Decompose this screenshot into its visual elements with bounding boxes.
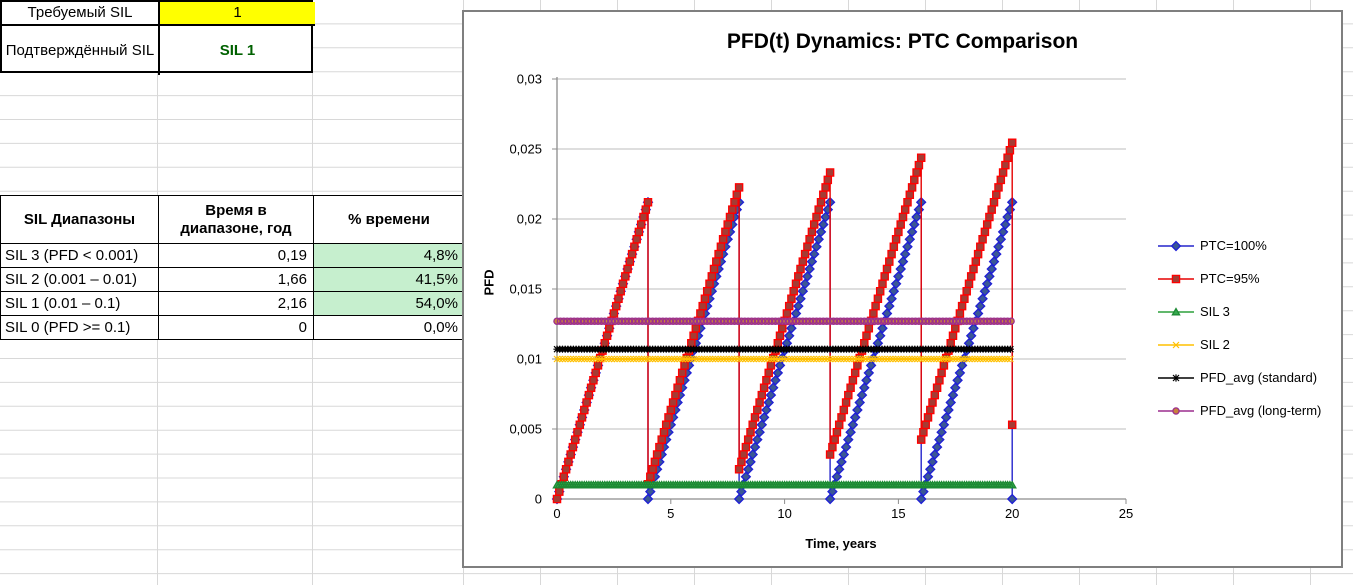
legend-label: SIL 2 <box>1200 337 1230 352</box>
legend-item[interactable]: PFD_avg (long-term) <box>1158 394 1321 427</box>
legend-marker-circle <box>1158 406 1194 415</box>
legend-label: PFD_avg (standard) <box>1200 370 1318 385</box>
legend-item[interactable]: PTC=100% <box>1158 229 1321 262</box>
legend-item[interactable]: SIL 3 <box>1158 295 1321 328</box>
x-tick-label: 0 <box>553 506 561 521</box>
sil-summary-table: Требуемый SIL 1 Подтверждённый SIL SIL 1 <box>0 0 315 75</box>
legend-item[interactable]: PTC=95% <box>1158 262 1321 295</box>
col-header-time-in-range[interactable]: Время в диапазоне, год <box>159 196 314 244</box>
legend-label: PFD_avg (long-term) <box>1200 403 1322 418</box>
legend-label: PTC=100% <box>1200 238 1267 253</box>
required-sil-value-cell[interactable]: 1 <box>160 2 315 26</box>
legend-marker-square <box>1158 274 1194 283</box>
legend-item[interactable]: SIL 2 <box>1158 328 1321 361</box>
sil-range-cell[interactable]: SIL 0 (PFD >= 0.1) <box>1 316 159 340</box>
x-tick-label: 10 <box>777 506 792 521</box>
x-tick-label: 20 <box>1004 506 1020 521</box>
legend-item[interactable]: PFD_avg (standard) <box>1158 361 1321 394</box>
y-tick-label: 0 <box>534 491 542 507</box>
time-in-range-cell[interactable]: 2,16 <box>159 292 314 316</box>
time-in-range-cell[interactable]: 0 <box>159 316 314 340</box>
legend-marker-asterisk <box>1158 373 1194 382</box>
time-in-range-cell[interactable]: 1,66 <box>159 268 314 292</box>
pct-time-cell[interactable]: 4,8% <box>314 244 465 268</box>
sil-ranges-table: SIL Диапазоны Время в диапазоне, год % в… <box>0 195 465 340</box>
sil-range-cell[interactable]: SIL 2 (0.001 – 0.01) <box>1 268 159 292</box>
x-axis-title: Time, years <box>805 536 877 551</box>
legend-label: PTC=95% <box>1200 271 1260 286</box>
chart-legend: PTC=100% PTC=95% SIL 3 SIL 2 PFD_avg (standa… <box>1158 229 1321 427</box>
x-tick-label: 5 <box>667 506 675 521</box>
confirmed-sil-value-cell[interactable]: SIL 1 <box>160 26 315 75</box>
confirmed-sil-label[interactable]: Подтверждённый SIL <box>2 26 160 75</box>
pct-time-cell[interactable]: 0,0% <box>314 316 465 340</box>
required-sil-label[interactable]: Требуемый SIL <box>2 2 160 26</box>
y-tick-label: 0,01 <box>516 351 542 367</box>
col-header-pct-time[interactable]: % времени <box>314 196 465 244</box>
x-tick-label: 25 <box>1118 506 1134 521</box>
pfd-chart[interactable]: PFD(t) Dynamics: PTC Comparison PFD Time… <box>462 10 1343 568</box>
sil-range-cell[interactable]: SIL 1 (0.01 – 0.1) <box>1 292 159 316</box>
y-tick-label: 0,03 <box>516 71 542 87</box>
legend-marker-triangle <box>1158 306 1194 315</box>
y-tick-label: 0,015 <box>509 281 542 297</box>
col-header-sil-ranges[interactable]: SIL Диапазоны <box>1 196 159 244</box>
y-tick-label: 0,025 <box>509 141 542 157</box>
legend-marker-diamond <box>1158 240 1194 251</box>
y-tick-label: 0,005 <box>509 421 542 437</box>
pct-time-cell[interactable]: 41,5% <box>314 268 465 292</box>
legend-marker-x <box>1158 341 1194 348</box>
y-tick-label: 0,02 <box>516 211 542 227</box>
time-in-range-cell[interactable]: 0,19 <box>159 244 314 268</box>
pct-time-cell[interactable]: 54,0% <box>314 292 465 316</box>
x-tick-label: 15 <box>891 506 906 521</box>
sil-range-cell[interactable]: SIL 3 (PFD < 0.001) <box>1 244 159 268</box>
chart-title: PFD(t) Dynamics: PTC Comparison <box>726 30 1079 53</box>
legend-label: SIL 3 <box>1200 304 1230 319</box>
